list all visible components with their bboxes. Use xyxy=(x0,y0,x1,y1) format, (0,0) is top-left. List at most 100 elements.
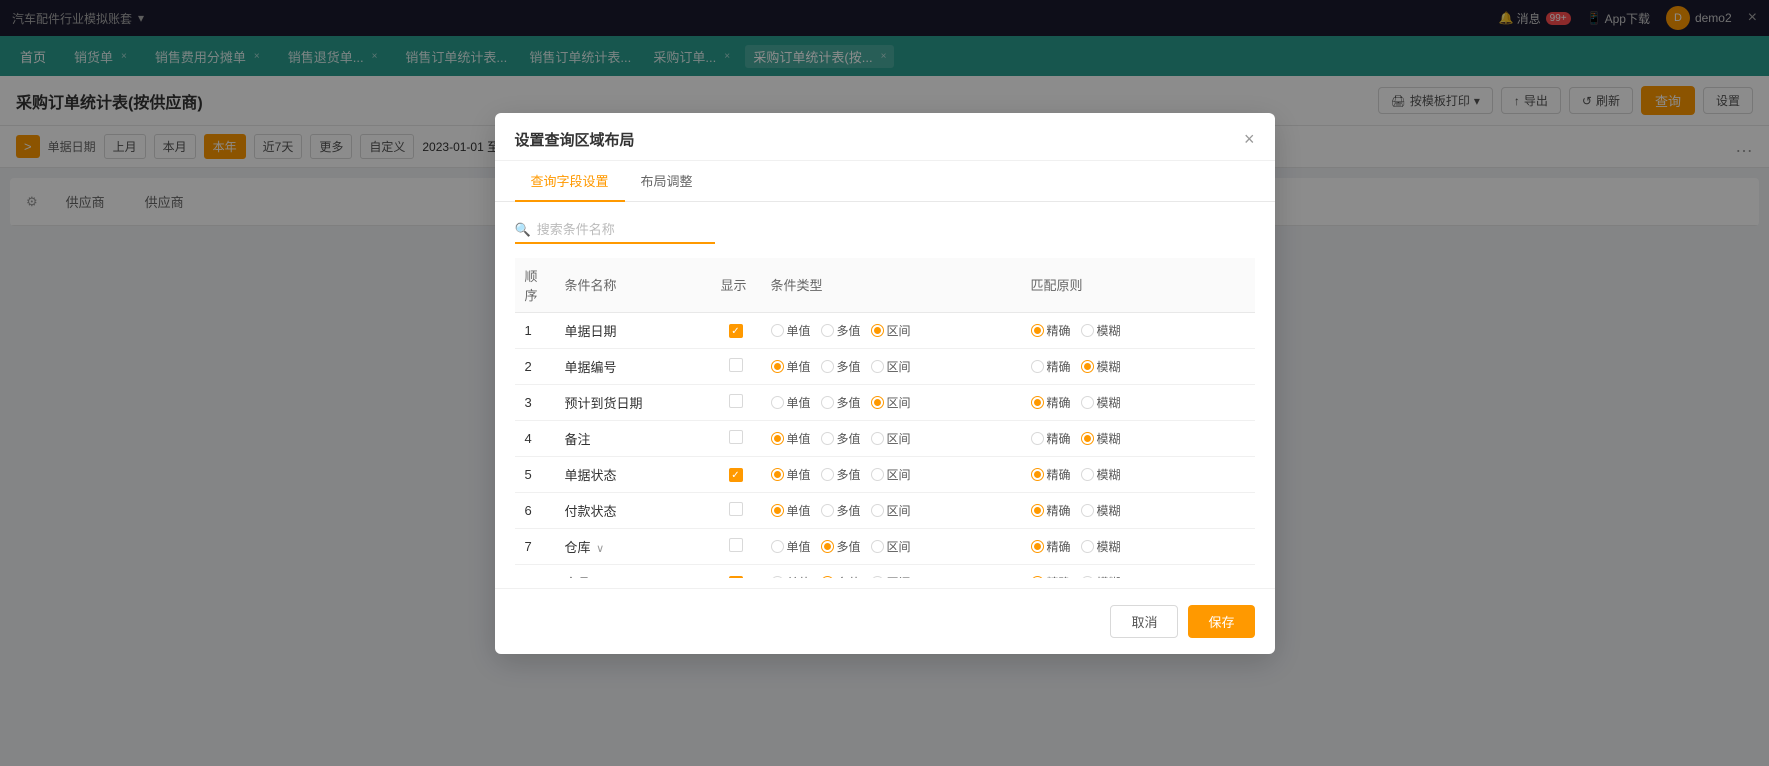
radio-dot xyxy=(771,396,784,409)
type-radio-range[interactable]: 区间 xyxy=(871,322,911,339)
row-display[interactable] xyxy=(711,348,761,384)
radio-dot-single xyxy=(771,324,784,337)
match-radio-fuzzy[interactable]: 模糊 xyxy=(1081,574,1121,578)
tab-query-fields-label: 查询字段设置 xyxy=(531,174,609,189)
radio-dot xyxy=(1031,432,1044,445)
radio-dot xyxy=(1081,576,1094,578)
modal-title: 设置查询区域布局 xyxy=(515,129,635,150)
type-radio-multi[interactable]: 多值 xyxy=(821,430,861,447)
radio-dot xyxy=(821,576,834,578)
match-radio-fuzzy[interactable]: 模糊 xyxy=(1081,358,1121,375)
type-radio-range[interactable]: 区间 xyxy=(871,394,911,411)
display-checkbox[interactable] xyxy=(729,358,743,372)
th-order: 顺序 xyxy=(515,258,555,313)
modal-tabs: 查询字段设置 布局调整 xyxy=(495,161,1275,202)
type-radio-multi[interactable]: 多值 xyxy=(821,322,861,339)
row-type: 单值 多值 区间 xyxy=(761,348,1021,384)
match-radio-exact[interactable]: 精确 xyxy=(1031,574,1071,578)
radio-dot-range xyxy=(871,324,884,337)
modal-overlay: 设置查询区域布局 × 查询字段设置 布局调整 🔍 xyxy=(0,0,1769,766)
display-checkbox[interactable] xyxy=(729,468,743,482)
match-radio-fuzzy[interactable]: 模糊 xyxy=(1081,466,1121,483)
type-radio-single[interactable]: 单值 xyxy=(771,538,811,555)
display-checkbox[interactable] xyxy=(729,502,743,516)
row-order: 2 xyxy=(515,348,555,384)
display-checkbox[interactable] xyxy=(729,576,743,577)
type-radio-single[interactable]: 单值 xyxy=(771,358,811,375)
type-radio-multi[interactable]: 多值 xyxy=(821,358,861,375)
th-type: 条件类型 xyxy=(761,258,1021,313)
match-radio-exact[interactable]: 精确 xyxy=(1031,502,1071,519)
match-radio-exact[interactable]: 精确 xyxy=(1031,466,1071,483)
radio-dot xyxy=(1031,396,1044,409)
radio-dot xyxy=(771,360,784,373)
radio-dot xyxy=(771,504,784,517)
radio-dot-exact xyxy=(1031,324,1044,337)
match-radio-exact[interactable]: 精确 xyxy=(1031,538,1071,555)
type-radio-range[interactable]: 区间 xyxy=(871,574,911,578)
row-order: 1 xyxy=(515,312,555,348)
save-button[interactable]: 保存 xyxy=(1188,605,1254,638)
type-radio-range[interactable]: 区间 xyxy=(871,466,911,483)
modal-body: 🔍 顺序 条件名称 显示 条件类型 匹配原则 xyxy=(495,202,1275,578)
display-checkbox[interactable] xyxy=(729,538,743,552)
settings-modal: 设置查询区域布局 × 查询字段设置 布局调整 🔍 xyxy=(495,113,1275,654)
match-radio-exact[interactable]: 精确 xyxy=(1031,394,1071,411)
modal-close-button[interactable]: × xyxy=(1244,130,1255,148)
type-radio-multi[interactable]: 多值 xyxy=(821,502,861,519)
type-radio-range[interactable]: 区间 xyxy=(871,502,911,519)
radio-dot xyxy=(1031,468,1044,481)
type-radio-single[interactable]: 单值 xyxy=(771,394,811,411)
type-radio-single[interactable]: 单值 xyxy=(771,574,811,578)
radio-dot xyxy=(1081,396,1094,409)
match-radio-fuzzy[interactable]: 模糊 xyxy=(1081,502,1121,519)
tab-layout[interactable]: 布局调整 xyxy=(625,161,709,202)
type-radio-multi[interactable]: 多值 xyxy=(821,394,861,411)
row-display[interactable] xyxy=(711,312,761,348)
type-radio-single[interactable]: 单值 xyxy=(771,430,811,447)
match-radio-fuzzy[interactable]: 模糊 xyxy=(1081,322,1121,339)
table-row: 2 单据编号 单值 多值 区间 xyxy=(515,348,1255,384)
match-radio-exact[interactable]: 精确 xyxy=(1031,358,1071,375)
type-radio-range[interactable]: 区间 xyxy=(871,358,911,375)
radio-dot-fuzzy xyxy=(1081,324,1094,337)
table-row: 8 商品 ∨ 单值 多值 区间 xyxy=(515,564,1255,578)
display-checkbox[interactable] xyxy=(729,430,743,444)
modal-header: 设置查询区域布局 × xyxy=(495,113,1275,161)
match-radio-fuzzy[interactable]: 模糊 xyxy=(1081,538,1121,555)
radio-dot xyxy=(1081,468,1094,481)
radio-dot xyxy=(821,468,834,481)
display-checkbox[interactable] xyxy=(729,394,743,408)
tab-layout-label: 布局调整 xyxy=(641,174,693,189)
match-radio-fuzzy[interactable]: 模糊 xyxy=(1081,394,1121,411)
condition-search-input[interactable] xyxy=(537,222,715,237)
match-radio-exact[interactable]: 精确 xyxy=(1031,430,1071,447)
radio-label-single: 单值 xyxy=(787,322,811,339)
match-radio-fuzzy[interactable]: 模糊 xyxy=(1081,430,1121,447)
radio-dot xyxy=(871,396,884,409)
modal-footer: 取消 保存 xyxy=(495,588,1275,654)
radio-dot xyxy=(771,576,784,578)
type-radio-multi[interactable]: 多值 xyxy=(821,466,861,483)
th-name: 条件名称 xyxy=(555,258,711,313)
type-radio-multi[interactable]: 多值 xyxy=(821,574,861,578)
tab-query-fields[interactable]: 查询字段设置 xyxy=(515,161,625,202)
radio-dot xyxy=(871,576,884,578)
row-name: 单据编号 xyxy=(555,348,711,384)
type-radio-single[interactable]: 单值 xyxy=(771,322,811,339)
type-radio-single[interactable]: 单值 xyxy=(771,502,811,519)
search-icon: 🔍 xyxy=(515,222,531,238)
table-row: 7 仓库 ∨ 单值 多值 区间 xyxy=(515,528,1255,564)
type-radio-single[interactable]: 单值 xyxy=(771,466,811,483)
type-radio-range[interactable]: 区间 xyxy=(871,430,911,447)
radio-label-range: 区间 xyxy=(887,322,911,339)
display-checkbox[interactable] xyxy=(729,324,743,338)
match-radio-exact[interactable]: 精确 xyxy=(1031,322,1071,339)
radio-dot xyxy=(821,540,834,553)
cancel-button[interactable]: 取消 xyxy=(1110,605,1178,638)
table-row: 4 备注 单值 多值 区间 xyxy=(515,420,1255,456)
type-radio-range[interactable]: 区间 xyxy=(871,538,911,555)
row-name: 单据日期 xyxy=(555,312,711,348)
type-radio-multi[interactable]: 多值 xyxy=(821,538,861,555)
radio-dot xyxy=(821,360,834,373)
